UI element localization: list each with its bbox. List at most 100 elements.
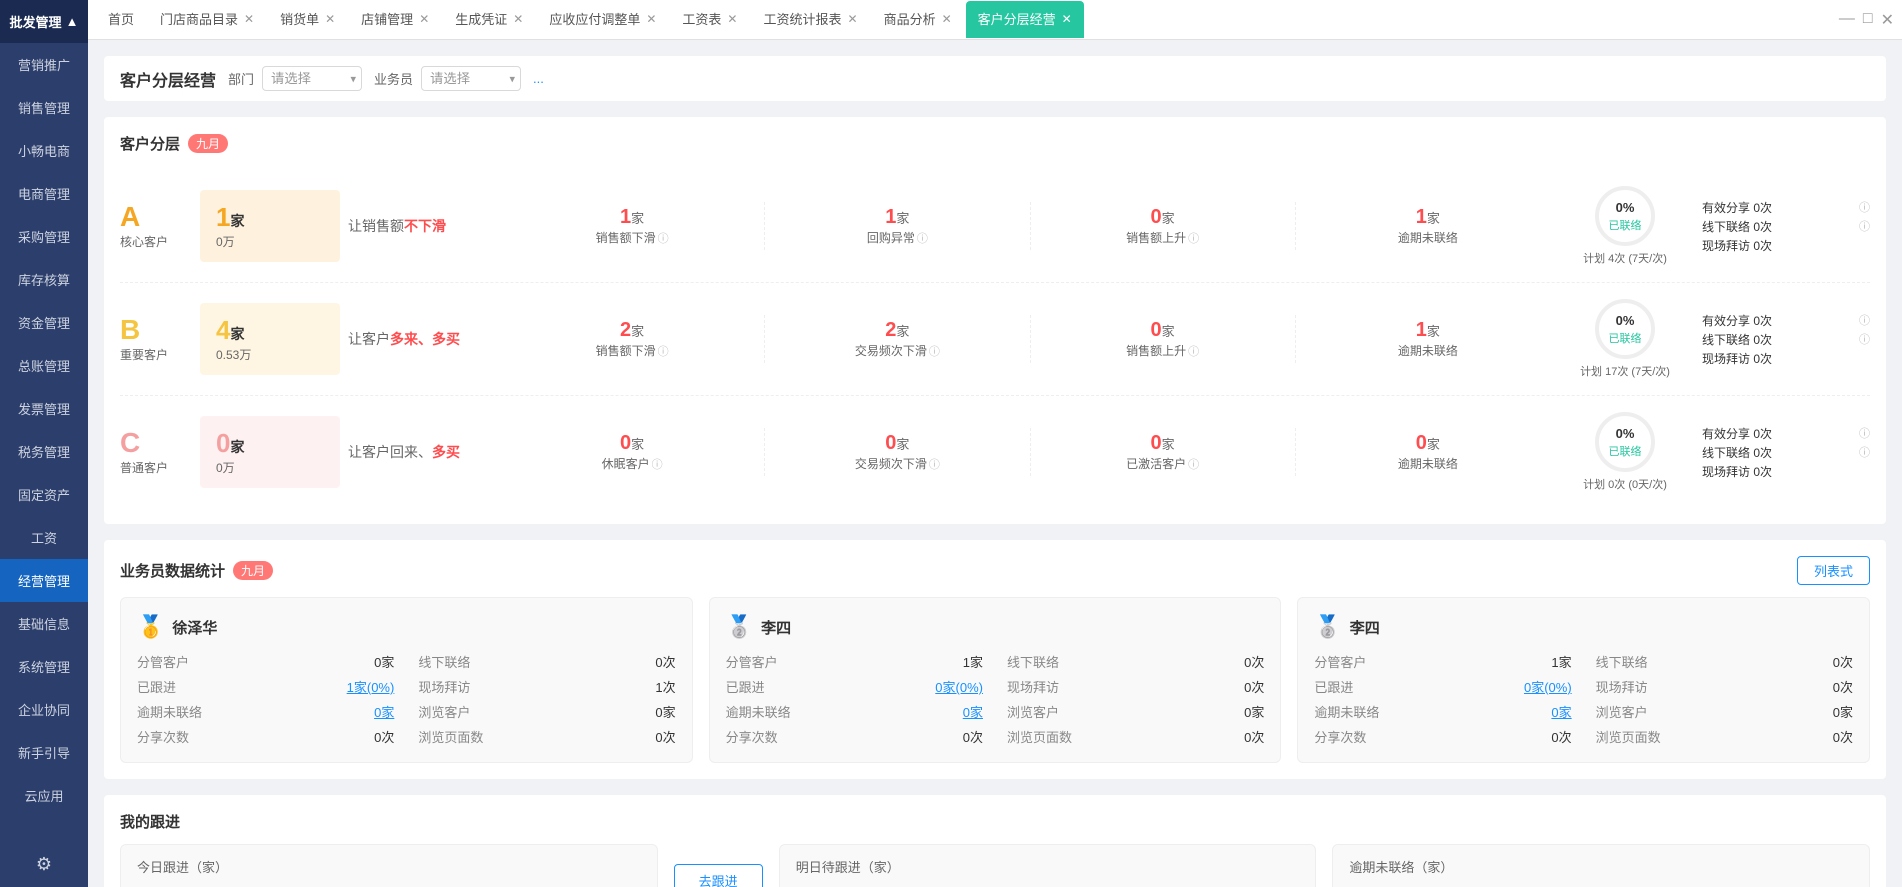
- tab-close-shengcheng[interactable]: ✕: [513, 12, 523, 26]
- biz-stat-val-lisi2-4[interactable]: 0家: [1551, 702, 1571, 721]
- tab-label-shangpinfenxi: 商品分析: [884, 9, 936, 28]
- biz-stat-lisi2-7: 浏览页面数0次: [1596, 727, 1853, 746]
- stat-label-A-0: 销售额下滑ⓘ: [508, 229, 756, 246]
- tier-stat-B-0[interactable]: 2家销售额下滑ⓘ: [500, 315, 765, 363]
- tier-stat-B-2[interactable]: 0家销售额上升ⓘ: [1031, 315, 1296, 363]
- tab-kehufenceng[interactable]: 客户分层经营 ✕: [966, 1, 1084, 38]
- sidebar-item-jingying[interactable]: 经营管理: [0, 559, 88, 602]
- tab-shangpinfenxi[interactable]: 商品分析 ✕: [872, 1, 964, 38]
- right-stat-B-0: 有效分享 0次ⓘ: [1702, 312, 1870, 329]
- more-filter-btn[interactable]: ...: [533, 71, 544, 86]
- tab-gongzibiao[interactable]: 工资表✕: [670, 1, 749, 38]
- filter-group-sales: 业务员 请选择: [374, 66, 521, 91]
- tier-count-C[interactable]: 0家0万: [200, 416, 340, 488]
- sidebar-item-gudingzichan[interactable]: 固定资产: [0, 473, 88, 516]
- window-maximize-icon[interactable]: □: [1863, 10, 1873, 30]
- tab-home[interactable]: 首页: [96, 1, 146, 38]
- biz-stat-val-xuzehua-4[interactable]: 0家: [374, 702, 394, 721]
- tier-stat-B-3[interactable]: 1家逾期未联络: [1296, 315, 1560, 363]
- sidebar-item-xinshou[interactable]: 新手引导: [0, 731, 88, 774]
- circle-A: 0% 已联络: [1595, 186, 1655, 246]
- right-stat-A-1: 线下联络 0次ⓘ: [1702, 218, 1870, 235]
- biz-stat-lisi1-6: 分享次数0次: [726, 727, 983, 746]
- sidebar-settings[interactable]: ⚙: [0, 842, 88, 887]
- sidebar-item-xiaodian[interactable]: 小畅电商: [0, 129, 88, 172]
- customer-tier-month: 九月: [188, 134, 228, 153]
- tab-close-diangpu[interactable]: ✕: [419, 12, 429, 26]
- biz-stat-val-xuzehua-5: 0家: [655, 702, 675, 721]
- tab-close-yingshouyingfu[interactable]: ✕: [646, 12, 656, 26]
- tab-yingshouyingfu[interactable]: 应收应付调整单✕: [537, 1, 668, 38]
- tab-label-home: 首页: [108, 9, 134, 28]
- sidebar-item-kucun[interactable]: 库存核算: [0, 258, 88, 301]
- sidebar-header[interactable]: 批发管理 ▲: [0, 0, 88, 43]
- tier-count-B[interactable]: 4家0.53万: [200, 303, 340, 375]
- sidebar-header-label: 批发管理: [10, 12, 62, 31]
- tier-stat-C-0[interactable]: 0家休眠客户ⓘ: [500, 428, 765, 476]
- biz-stats-grid-lisi1: 分管客户1家线下联络0次已跟进0家(0%)现场拜访0次逾期未联络0家浏览客户0家…: [726, 652, 1265, 746]
- tier-stat-A-0[interactable]: 1家销售额下滑ⓘ: [500, 202, 765, 250]
- biz-stat-label-xuzehua-6: 分享次数: [137, 727, 189, 746]
- dept-select[interactable]: 请选择: [262, 66, 362, 91]
- window-close-icon[interactable]: ✕: [1881, 10, 1894, 30]
- tab-gongzitongji[interactable]: 工资统计报表 ✕: [751, 1, 869, 38]
- sidebar-item-yingxiao[interactable]: 营销推广: [0, 43, 88, 86]
- biz-name-xuzehua: 徐泽华: [172, 617, 217, 638]
- tier-stat-B-1[interactable]: 2家交易频次下滑ⓘ: [765, 315, 1030, 363]
- window-minimize-icon[interactable]: —: [1839, 10, 1855, 30]
- biz-stat-val-lisi1-2[interactable]: 0家(0%): [935, 677, 983, 696]
- biz-stat-val-xuzehua-7: 0次: [655, 727, 675, 746]
- tier-stat-A-3[interactable]: 1家逾期未联络: [1296, 202, 1560, 250]
- tab-close-kehufenceng[interactable]: ✕: [1062, 12, 1072, 26]
- sidebar-item-fapiao[interactable]: 发票管理: [0, 387, 88, 430]
- sidebar-item-shuiwu[interactable]: 税务管理: [0, 430, 88, 473]
- sales-select[interactable]: 请选择: [421, 66, 521, 91]
- sidebar-item-zijin[interactable]: 资金管理: [0, 301, 88, 344]
- tier-stat-C-3[interactable]: 0家逾期未联络: [1296, 428, 1560, 476]
- biz-card-header-xuzehua: 🥇 徐泽华: [137, 614, 676, 640]
- follow-today-card: 今日跟进（家） 未跟踪 已联络 ❶ 主动联系 ❶: [120, 844, 658, 887]
- tab-shengcheng[interactable]: 生成凭证✕: [443, 1, 535, 38]
- biz-stat-label-lisi1-2: 已跟进: [726, 677, 765, 696]
- stat-label-B-3: 逾期未联络: [1304, 342, 1552, 359]
- tier-stat-C-2[interactable]: 0家已激活客户ⓘ: [1031, 428, 1296, 476]
- tab-label-gongzitongji: 工资统计报表: [763, 9, 841, 28]
- tier-circle-C: 0% 已联络 计划 0次 (0天/次): [1560, 408, 1690, 496]
- go-follow-button[interactable]: 去跟进: [674, 864, 763, 887]
- biz-stat-val-xuzehua-2[interactable]: 1家(0%): [347, 677, 395, 696]
- tab-close-xiaohuo[interactable]: ✕: [325, 12, 335, 26]
- medal-icon-xuzehua: 🥇: [137, 614, 164, 640]
- sidebar-item-xiaoshou[interactable]: 销售管理: [0, 86, 88, 129]
- biz-stat-val-lisi1-4[interactable]: 0家: [963, 702, 983, 721]
- tab-xiaohuo[interactable]: 销货单✕: [268, 1, 347, 38]
- right-stat-C-0: 有效分享 0次ⓘ: [1702, 425, 1870, 442]
- tab-label-kehufenceng: 客户分层经营: [978, 9, 1056, 28]
- sidebar-item-zongzhang[interactable]: 总账管理: [0, 344, 88, 387]
- sidebar-item-yun[interactable]: 云应用: [0, 774, 88, 817]
- stat-num-C-3: 0: [1416, 432, 1427, 454]
- tier-stat-A-1[interactable]: 1家回购异常ⓘ: [765, 202, 1030, 250]
- sidebar-item-jichu[interactable]: 基础信息: [0, 602, 88, 645]
- circle-label-A: 已联络: [1609, 217, 1642, 233]
- biz-stat-val-xuzehua-1: 0次: [655, 652, 675, 671]
- circle-B: 0% 已联络: [1595, 299, 1655, 359]
- stat-label-A-3: 逾期未联络: [1304, 229, 1552, 246]
- tab-mendian[interactable]: 门店商品目录✕: [148, 1, 266, 38]
- tab-diangpu[interactable]: 店铺管理✕: [349, 1, 441, 38]
- sidebar-item-qiye[interactable]: 企业协同: [0, 688, 88, 731]
- biz-stat-val-lisi1-6: 0次: [963, 727, 983, 746]
- tab-close-mendian[interactable]: ✕: [244, 12, 254, 26]
- tab-close-gongzibiao[interactable]: ✕: [727, 12, 737, 26]
- sidebar-item-diangshang[interactable]: 电商管理: [0, 172, 88, 215]
- sidebar-item-gongzi[interactable]: 工资: [0, 516, 88, 559]
- tab-close-shangpinfenxi[interactable]: ✕: [942, 12, 952, 26]
- list-view-button[interactable]: 列表式: [1797, 556, 1870, 585]
- sidebar-item-xitong[interactable]: 系统管理: [0, 645, 88, 688]
- biz-stat-val-lisi2-2[interactable]: 0家(0%): [1524, 677, 1572, 696]
- sidebar-item-caigou[interactable]: 采购管理: [0, 215, 88, 258]
- tier-stat-C-1[interactable]: 0家交易频次下滑ⓘ: [765, 428, 1030, 476]
- tier-count-A[interactable]: 1家0万: [200, 190, 340, 262]
- follow-section: 我的跟进 今日跟进（家） 未跟踪 已联络 ❶ 主动联系: [104, 795, 1886, 887]
- tab-close-gongzitongji[interactable]: ✕: [848, 12, 858, 26]
- tier-stat-A-2[interactable]: 0家销售额上升ⓘ: [1031, 202, 1296, 250]
